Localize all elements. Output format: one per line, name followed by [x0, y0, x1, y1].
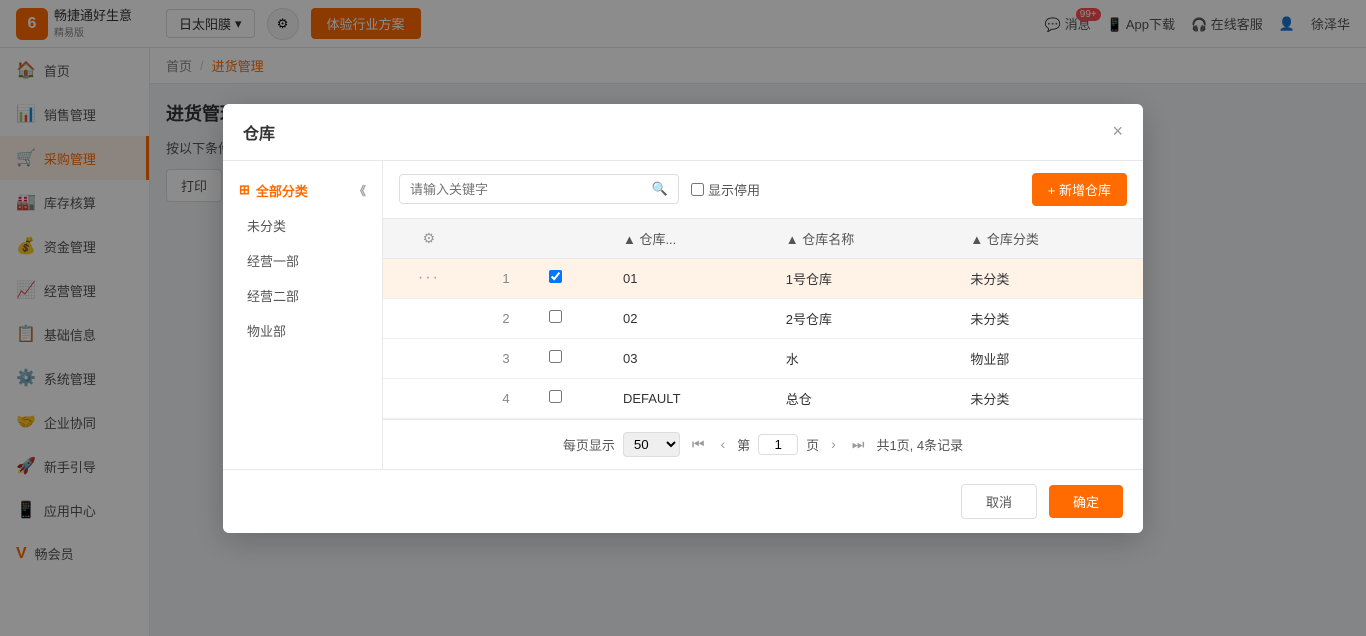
- row-checkbox-cell[interactable]: [537, 298, 611, 338]
- table-header-settings: ⚙: [383, 219, 475, 259]
- row-name: 总仓: [774, 378, 959, 418]
- row-category: 未分类: [958, 258, 1143, 298]
- row-checkbox-cell[interactable]: [537, 258, 611, 298]
- search-icon[interactable]: 🔍: [642, 175, 678, 203]
- table-header-checkbox: [537, 219, 611, 259]
- per-page-select[interactable]: 50 100 200: [623, 432, 680, 457]
- row-name: 水: [774, 338, 959, 378]
- row-checkbox-cell[interactable]: [537, 338, 611, 378]
- row-name: 1号仓库: [774, 258, 959, 298]
- last-page-button[interactable]: ⏭: [848, 434, 869, 455]
- row-code: 02: [611, 298, 774, 338]
- row-category: 未分类: [958, 378, 1143, 418]
- table-row[interactable]: 2 02 2号仓库 未分类: [383, 298, 1143, 338]
- category-item-unclassified[interactable]: 未分类: [223, 208, 382, 243]
- warehouse-toolbar: 🔍 显示停用 + 新增仓库: [383, 161, 1143, 219]
- row-settings-cell: [383, 378, 475, 418]
- row-code: DEFAULT: [611, 378, 774, 418]
- grid-icon: ⊞: [239, 182, 250, 198]
- modal-footer: 取消 确定: [223, 469, 1143, 533]
- row-checkbox[interactable]: [549, 310, 562, 323]
- add-warehouse-button[interactable]: + 新增仓库: [1032, 173, 1127, 206]
- confirm-button[interactable]: 确定: [1049, 485, 1123, 518]
- table-row[interactable]: ··· 1 01 1号仓库 未分类: [383, 258, 1143, 298]
- page-label: 第: [737, 435, 750, 454]
- row-name: 2号仓库: [774, 298, 959, 338]
- page-input[interactable]: [758, 434, 798, 455]
- row-number: 3: [475, 338, 537, 378]
- row-checkbox[interactable]: [549, 270, 562, 283]
- warehouse-table: ⚙ ▲ 仓库... ▲ 仓库名称 ▲ 仓库分类 ··· 1 01 1号仓库 未分…: [383, 219, 1143, 419]
- show-disabled-label[interactable]: 显示停用: [691, 180, 760, 199]
- table-header-num: [475, 219, 537, 259]
- all-categories-label: 全部分类: [256, 181, 308, 200]
- row-number: 4: [475, 378, 537, 418]
- cancel-button[interactable]: 取消: [961, 484, 1037, 519]
- page-suffix: 页: [806, 435, 819, 454]
- table-row[interactable]: 3 03 水 物业部: [383, 338, 1143, 378]
- search-input[interactable]: [400, 176, 642, 203]
- warehouse-panel: 🔍 显示停用 + 新增仓库 ⚙ ▲ 仓库... ▲ 仓库名称 ▲ 仓库分类: [383, 161, 1143, 469]
- category-panel: ⊞ 全部分类 《 未分类 经营一部 经营二部 物业部: [223, 161, 383, 469]
- warehouse-modal: 仓库 × ⊞ 全部分类 《 未分类 经营一部 经营二部 物业部: [223, 104, 1143, 533]
- modal-overlay: 仓库 × ⊞ 全部分类 《 未分类 经营一部 经营二部 物业部: [0, 0, 1366, 636]
- row-code: 01: [611, 258, 774, 298]
- modal-header: 仓库 ×: [223, 104, 1143, 161]
- prev-page-button[interactable]: ‹: [716, 434, 729, 454]
- table-header-name: ▲ 仓库名称: [774, 219, 959, 259]
- table-header-category: ▲ 仓库分类: [958, 219, 1143, 259]
- modal-close-button[interactable]: ×: [1112, 121, 1123, 142]
- row-category: 物业部: [958, 338, 1143, 378]
- table-row[interactable]: 4 DEFAULT 总仓 未分类: [383, 378, 1143, 418]
- row-settings-cell: ···: [383, 258, 475, 298]
- row-checkbox[interactable]: [549, 390, 562, 403]
- per-page-label: 每页显示: [563, 435, 615, 454]
- table-header-code: ▲ 仓库...: [611, 219, 774, 259]
- show-disabled-checkbox[interactable]: [691, 183, 704, 196]
- row-code: 03: [611, 338, 774, 378]
- row-checkbox-cell[interactable]: [537, 378, 611, 418]
- gear-icon[interactable]: ⚙: [423, 230, 436, 246]
- first-page-button[interactable]: ⏮: [688, 434, 709, 455]
- search-box: 🔍: [399, 174, 679, 204]
- row-number: 2: [475, 298, 537, 338]
- row-action-dots[interactable]: ···: [418, 269, 440, 286]
- row-settings-cell: [383, 298, 475, 338]
- collapse-icon[interactable]: 《: [354, 182, 366, 199]
- category-item-operations2[interactable]: 经营二部: [223, 278, 382, 313]
- category-item-operations1[interactable]: 经营一部: [223, 243, 382, 278]
- pagination: 每页显示 50 100 200 ⏮ ‹ 第 页 › ⏭ 共1页, 4条记录: [383, 419, 1143, 469]
- row-category: 未分类: [958, 298, 1143, 338]
- category-all[interactable]: ⊞ 全部分类 《: [223, 173, 382, 208]
- row-checkbox[interactable]: [549, 350, 562, 363]
- row-number: 1: [475, 258, 537, 298]
- modal-title: 仓库: [243, 120, 275, 144]
- row-settings-cell: [383, 338, 475, 378]
- total-label: 共1页, 4条记录: [876, 435, 963, 454]
- next-page-button[interactable]: ›: [827, 434, 840, 454]
- modal-body: ⊞ 全部分类 《 未分类 经营一部 经营二部 物业部 🔍: [223, 161, 1143, 469]
- category-item-property[interactable]: 物业部: [223, 313, 382, 348]
